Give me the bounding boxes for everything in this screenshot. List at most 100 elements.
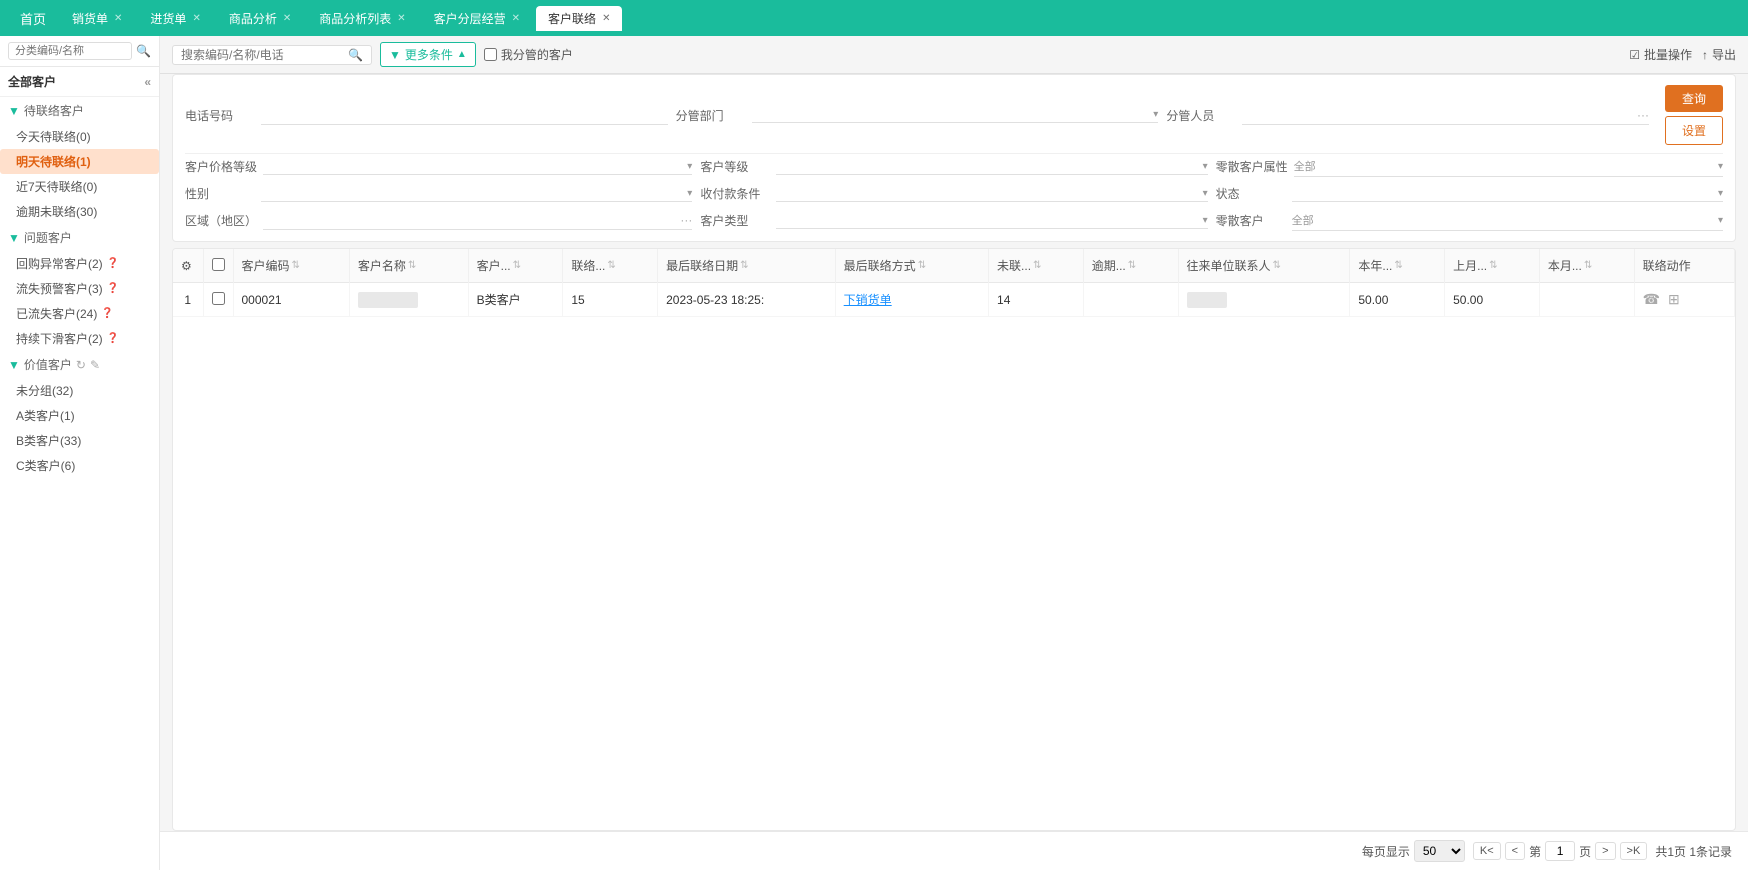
th-contact[interactable]: 联络...⇅ — [563, 249, 658, 283]
sidebar-item-c-class[interactable]: C类客户(6) — [0, 453, 159, 478]
close-icon[interactable]: ✕ — [397, 13, 405, 24]
sidebar-item-b-class[interactable]: B类客户(33) — [0, 428, 159, 453]
th-name[interactable]: 客户名称⇅ — [349, 249, 468, 283]
chevron-down-icon: ▾ — [687, 188, 692, 199]
collapse-icon[interactable]: « — [144, 75, 151, 89]
th-type[interactable]: 客户...⇅ — [468, 249, 563, 283]
masked-name: Ea — [358, 292, 418, 308]
sidebar-all-customers[interactable]: 全部客户 « — [0, 67, 159, 97]
filter-status-select[interactable]: ▾ — [1292, 186, 1723, 202]
filter-actions: 查询 设置 — [1665, 85, 1723, 145]
page-size-select[interactable]: 50 100 200 — [1414, 840, 1465, 862]
sidebar-group-problem[interactable]: ▼ 问题客户 — [0, 224, 159, 251]
close-icon[interactable]: ✕ — [114, 13, 122, 24]
page-number-input[interactable] — [1545, 841, 1575, 861]
gear-icon[interactable]: ⚙ — [181, 259, 192, 273]
sidebar-item-week[interactable]: 近7天待联络(0) — [0, 174, 159, 199]
export-btn[interactable]: ↑ 导出 — [1702, 46, 1736, 63]
sidebar-group-value[interactable]: ▼ 价值客户 ↻ ✎ — [0, 351, 159, 378]
filter-more-btn[interactable]: ▼ 更多条件 ▲ — [380, 42, 476, 67]
filter-payment-select[interactable]: ▾ — [776, 186, 1207, 202]
query-button[interactable]: 查询 — [1665, 85, 1723, 112]
td-last-contact-date: 2023-05-23 18:25: — [658, 283, 836, 317]
td-last-contact-way[interactable]: 下销货单 — [835, 283, 988, 317]
nav-tab-customer-contact[interactable]: 客户联络 ✕ — [536, 6, 622, 31]
main-search-input[interactable] — [181, 48, 344, 62]
grid-icon[interactable]: ⊞ — [1668, 291, 1680, 308]
help-icon[interactable]: ❓ — [107, 258, 119, 269]
sidebar-group-pending[interactable]: ▼ 待联络客户 — [0, 97, 159, 124]
filter-value-grade-select[interactable]: ▾ — [263, 159, 692, 175]
close-icon[interactable]: ✕ — [283, 13, 291, 24]
close-icon[interactable]: ✕ — [512, 13, 520, 24]
filter-region-ellipsis[interactable]: ··· — [263, 211, 692, 230]
page-size-area: 每页显示 50 100 200 — [1362, 840, 1465, 862]
sidebar-item-declining[interactable]: 持续下滑客户(2) ❓ — [0, 326, 159, 351]
help-icon[interactable]: ❓ — [107, 333, 119, 344]
td-last-month: 50.00 — [1445, 283, 1540, 317]
filter-person-label: 分管人员 — [1166, 107, 1236, 124]
th-checkbox[interactable] — [203, 249, 233, 283]
last-contact-way-link[interactable]: 下销货单 — [844, 293, 892, 307]
sidebar-item-abnormal[interactable]: 回购异常客户(2) ❓ — [0, 251, 159, 276]
th-not-contact[interactable]: 未联...⇅ — [989, 249, 1084, 283]
batch-operation-btn[interactable]: ☑ 批量操作 — [1629, 46, 1692, 63]
main-search-box: 🔍 — [172, 45, 372, 65]
filter-phone-input[interactable] — [261, 106, 668, 125]
filter-person-ellipsis[interactable]: ··· — [1242, 106, 1649, 125]
th-code[interactable]: 客户编码⇅ — [233, 249, 349, 283]
th-last-contact-way[interactable]: 最后联络方式⇅ — [835, 249, 988, 283]
first-page-btn[interactable]: K< — [1473, 842, 1501, 860]
sidebar-item-ungrouped[interactable]: 未分组(32) — [0, 378, 159, 403]
filter-gender-select[interactable]: ▾ — [261, 186, 692, 202]
help-icon[interactable]: ❓ — [101, 308, 113, 319]
sidebar-item-lost[interactable]: 已流失客户(24) ❓ — [0, 301, 159, 326]
filter-retail-attr-select[interactable]: 全部 ▾ — [1294, 156, 1723, 177]
nav-tab-analysis-list[interactable]: 商品分析列表 ✕ — [307, 6, 417, 31]
nav-tab-purchase[interactable]: 进货单 ✕ — [138, 6, 212, 31]
close-icon[interactable]: ✕ — [192, 13, 200, 24]
filter-value-grade: 客户价格等级 ▾ — [185, 158, 692, 175]
select-all-checkbox[interactable] — [212, 258, 225, 271]
filter-customer-type-select[interactable]: ▾ — [776, 213, 1207, 229]
nav-tab-sales[interactable]: 销货单 ✕ — [60, 6, 134, 31]
filter-customer-grade-select[interactable]: ▾ — [776, 159, 1207, 175]
set-button[interactable]: 设置 — [1665, 116, 1723, 145]
chevron-up-icon: ▲ — [457, 49, 467, 60]
sidebar-item-a-class[interactable]: A类客户(1) — [0, 403, 159, 428]
nav-tab-customer-tier[interactable]: 客户分层经营 ✕ — [422, 6, 532, 31]
last-page-btn[interactable]: >K — [1620, 842, 1648, 860]
th-action: 联络动作 — [1634, 249, 1734, 283]
sidebar-item-lostwarning[interactable]: 流失预警客户(3) ❓ — [0, 276, 159, 301]
phone-icon[interactable]: ☎ — [1643, 291, 1660, 308]
filter-dept-select[interactable]: ▾ — [752, 107, 1159, 123]
td-checkbox[interactable] — [203, 283, 233, 317]
th-this-year[interactable]: 本年...⇅ — [1350, 249, 1445, 283]
th-unit-contact[interactable]: 往来单位联系人⇅ — [1178, 249, 1350, 283]
sidebar-item-overdue[interactable]: 逾期未联络(30) — [0, 199, 159, 224]
refresh-icon[interactable]: ↻ — [76, 358, 86, 372]
nav-home[interactable]: 首页 — [10, 5, 56, 32]
sidebar-item-today[interactable]: 今天待联络(0) — [0, 124, 159, 149]
next-page-btn[interactable]: > — [1595, 842, 1615, 860]
sidebar-search-icon[interactable]: 🔍 — [136, 44, 151, 58]
close-icon[interactable]: ✕ — [602, 13, 610, 24]
row-checkbox[interactable] — [212, 292, 225, 305]
th-last-contact-date[interactable]: 最后联络日期⇅ — [658, 249, 836, 283]
help-icon[interactable]: ❓ — [107, 283, 119, 294]
nav-tab-analysis[interactable]: 商品分析 ✕ — [217, 6, 303, 31]
my-customers-checkbox[interactable] — [484, 48, 497, 61]
th-last-month[interactable]: 上月...⇅ — [1445, 249, 1540, 283]
filter-retail-customer-select[interactable]: 全部 ▾ — [1292, 210, 1723, 231]
prev-page-btn[interactable]: < — [1505, 842, 1525, 860]
my-customers-checkbox-label[interactable]: 我分管的客户 — [484, 46, 573, 63]
th-this-month[interactable]: 本月...⇅ — [1539, 249, 1634, 283]
filter-gender: 性别 ▾ — [185, 185, 692, 202]
search-icon[interactable]: 🔍 — [348, 48, 363, 62]
edit-icon[interactable]: ✎ — [90, 358, 100, 372]
th-overdue[interactable]: 逾期...⇅ — [1083, 249, 1178, 283]
td-code: 000021 — [233, 283, 349, 317]
sidebar-search-input[interactable] — [8, 42, 132, 60]
th-gear[interactable]: ⚙ — [173, 249, 203, 283]
sidebar-item-tomorrow[interactable]: 明天待联络(1) — [0, 149, 159, 174]
